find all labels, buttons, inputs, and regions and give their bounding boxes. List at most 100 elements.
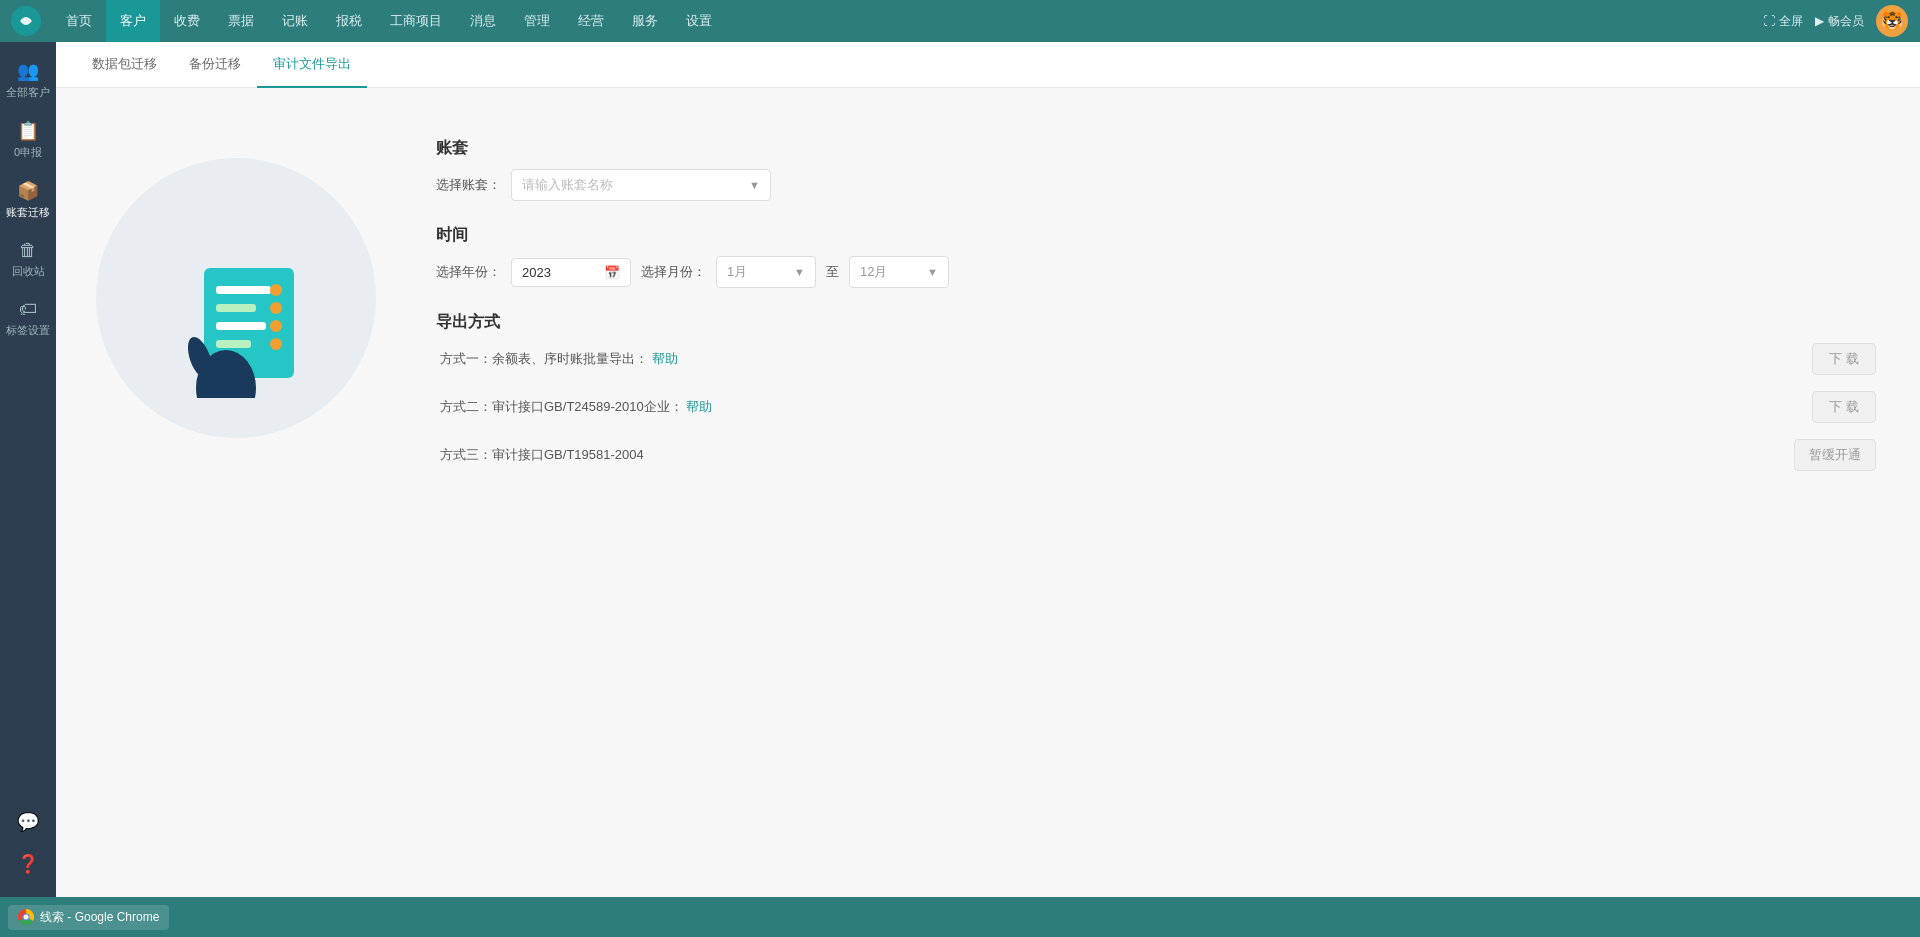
avatar[interactable]: 🐯 xyxy=(1876,5,1908,37)
sidebar-item-recycle[interactable]: 🗑 回收站 xyxy=(0,230,56,289)
vip-button[interactable]: ▶ 畅会员 xyxy=(1815,13,1864,30)
nav-fee[interactable]: 收费 xyxy=(160,0,214,42)
sidebar-item-zero-declare[interactable]: 📋 0申报 xyxy=(0,110,56,170)
year-label: 选择年份： xyxy=(436,263,501,281)
svg-rect-3 xyxy=(216,304,256,312)
month-start-select[interactable]: 1月 ▼ xyxy=(716,256,816,288)
sidebar-item-migrate[interactable]: 📦 账套迁移 xyxy=(0,170,56,230)
account-section-title: 账套 xyxy=(436,138,1880,159)
calendar-icon: 📅 xyxy=(604,265,620,280)
export-method-3: 方式三：审计接口GB/T19581-2004 暂缓开通 xyxy=(436,439,1880,471)
month-end-value: 12月 xyxy=(860,263,887,281)
method-2-help-link[interactable]: 帮助 xyxy=(686,399,712,414)
account-row: 选择账套： 请输入账套名称 ▼ xyxy=(436,169,1880,201)
method-1-download-button[interactable]: 下 载 xyxy=(1812,343,1876,375)
account-select[interactable]: 请输入账套名称 ▼ xyxy=(511,169,771,201)
sidebar-label-recycle: 回收站 xyxy=(12,264,45,279)
method-1-help-link[interactable]: 帮助 xyxy=(652,351,678,366)
month-start-chevron-icon: ▼ xyxy=(794,266,805,278)
content-area: 数据包迁移 备份迁移 审计文件导出 xyxy=(56,42,1920,897)
nav-message[interactable]: 消息 xyxy=(456,0,510,42)
vip-icon: ▶ xyxy=(1815,14,1824,28)
export-section-title: 导出方式 xyxy=(436,312,1880,333)
nav-tax[interactable]: 报税 xyxy=(322,0,376,42)
year-input[interactable]: 2023 📅 xyxy=(511,258,631,287)
svg-point-6 xyxy=(270,284,282,296)
nav-operation[interactable]: 经营 xyxy=(564,0,618,42)
illustration-area xyxy=(96,118,376,867)
nav-settings[interactable]: 设置 xyxy=(672,0,726,42)
sidebar-item-help[interactable]: ❓ xyxy=(0,843,56,885)
sidebar-label-zero-declare: 0申报 xyxy=(14,145,42,160)
all-clients-icon: 👥 xyxy=(17,60,39,82)
method-3-soon-button: 暂缓开通 xyxy=(1794,439,1876,471)
month-start-value: 1月 xyxy=(727,263,747,281)
method-1-label: 方式一：余额表、序时账批量导出： 帮助 xyxy=(440,350,678,368)
page-content: 账套 选择账套： 请输入账套名称 ▼ 时间 选择年份： xyxy=(56,88,1920,897)
sidebar-item-tag-settings[interactable]: 🏷 标签设置 xyxy=(0,289,56,348)
tag-icon: 🏷 xyxy=(19,299,37,320)
recycle-icon: 🗑 xyxy=(19,240,37,261)
svg-point-9 xyxy=(270,338,282,350)
sidebar-label-tag-settings: 标签设置 xyxy=(6,323,50,338)
sidebar-bottom: 💬 ❓ xyxy=(0,801,56,897)
month-label: 选择月份： xyxy=(641,263,706,281)
account-section: 账套 选择账套： 请输入账套名称 ▼ xyxy=(436,138,1880,201)
tab-bar: 数据包迁移 备份迁移 审计文件导出 xyxy=(56,42,1920,88)
export-section: 导出方式 方式一：余额表、序时账批量导出： 帮助 下 载 xyxy=(436,312,1880,471)
time-section-title: 时间 xyxy=(436,225,1880,246)
fullscreen-label: 全屏 xyxy=(1779,13,1803,30)
nav-business[interactable]: 工商项目 xyxy=(376,0,456,42)
fullscreen-button[interactable]: ⛶ 全屏 xyxy=(1763,13,1803,30)
svg-point-15 xyxy=(24,915,29,920)
chat-icon: 💬 xyxy=(17,811,39,833)
migrate-icon: 📦 xyxy=(17,180,39,202)
taskbar-chrome-item[interactable]: 线索 - Google Chrome xyxy=(8,905,169,930)
export-methods: 方式一：余额表、序时账批量导出： 帮助 下 载 方式二：审计接口GB/T2458… xyxy=(436,343,1880,471)
export-method-1: 方式一：余额表、序时账批量导出： 帮助 下 载 xyxy=(436,343,1880,375)
form-area: 账套 选择账套： 请输入账套名称 ▼ 时间 选择年份： xyxy=(436,118,1880,867)
tab-backup-migration[interactable]: 备份迁移 xyxy=(173,42,257,88)
sidebar-label-migrate: 账套迁移 xyxy=(6,205,50,220)
taskbar-item-label: 线索 - Google Chrome xyxy=(40,909,159,926)
svg-rect-4 xyxy=(216,322,266,330)
nav-items: 首页 客户 收费 票据 记账 报税 工商项目 消息 管理 经营 服务 设置 xyxy=(52,0,1763,42)
help-icon: ❓ xyxy=(17,853,39,875)
month-end-select[interactable]: 12月 ▼ xyxy=(849,256,949,288)
to-label: 至 xyxy=(826,263,839,281)
app-logo[interactable] xyxy=(8,3,44,39)
account-select-placeholder: 请输入账套名称 xyxy=(522,176,613,194)
svg-rect-5 xyxy=(216,340,251,348)
nav-invoice[interactable]: 票据 xyxy=(214,0,268,42)
method-2-download-button[interactable]: 下 载 xyxy=(1812,391,1876,423)
tab-audit-export[interactable]: 审计文件导出 xyxy=(257,42,367,88)
sidebar: 👥 全部客户 📋 0申报 📦 账套迁移 🗑 回收站 🏷 标签设置 💬 ❓ xyxy=(0,42,56,897)
svg-point-8 xyxy=(270,320,282,332)
svg-point-7 xyxy=(270,302,282,314)
nav-service[interactable]: 服务 xyxy=(618,0,672,42)
nav-home[interactable]: 首页 xyxy=(52,0,106,42)
nav-bookkeeping[interactable]: 记账 xyxy=(268,0,322,42)
time-row: 选择年份： 2023 📅 选择月份： 1月 ▼ 至 12月 xyxy=(436,256,1880,288)
tab-data-migration[interactable]: 数据包迁移 xyxy=(76,42,173,88)
nav-client[interactable]: 客户 xyxy=(106,0,160,42)
sidebar-item-all-clients[interactable]: 👥 全部客户 xyxy=(0,50,56,110)
chrome-icon xyxy=(18,909,34,925)
vip-label: 畅会员 xyxy=(1828,13,1864,30)
zero-declare-icon: 📋 xyxy=(17,120,39,142)
svg-rect-2 xyxy=(216,286,271,294)
illustration-svg xyxy=(146,198,326,398)
fullscreen-icon: ⛶ xyxy=(1763,14,1775,28)
month-end-chevron-icon: ▼ xyxy=(927,266,938,278)
sidebar-item-chat[interactable]: 💬 xyxy=(0,801,56,843)
year-value: 2023 xyxy=(522,265,551,280)
time-section: 时间 选择年份： 2023 📅 选择月份： 1月 ▼ 至 xyxy=(436,225,1880,288)
nav-right: ⛶ 全屏 ▶ 畅会员 🐯 xyxy=(1763,5,1920,37)
sidebar-label-all-clients: 全部客户 xyxy=(6,85,50,100)
taskbar: 线索 - Google Chrome xyxy=(0,897,1920,937)
illustration-circle xyxy=(96,158,376,438)
top-navigation: 首页 客户 收费 票据 记账 报税 工商项目 消息 管理 经营 服务 设置 ⛶ … xyxy=(0,0,1920,42)
main-layout: 👥 全部客户 📋 0申报 📦 账套迁移 🗑 回收站 🏷 标签设置 💬 ❓ xyxy=(0,42,1920,897)
nav-manage[interactable]: 管理 xyxy=(510,0,564,42)
export-method-2: 方式二：审计接口GB/T24589-2010企业： 帮助 下 载 xyxy=(436,391,1880,423)
